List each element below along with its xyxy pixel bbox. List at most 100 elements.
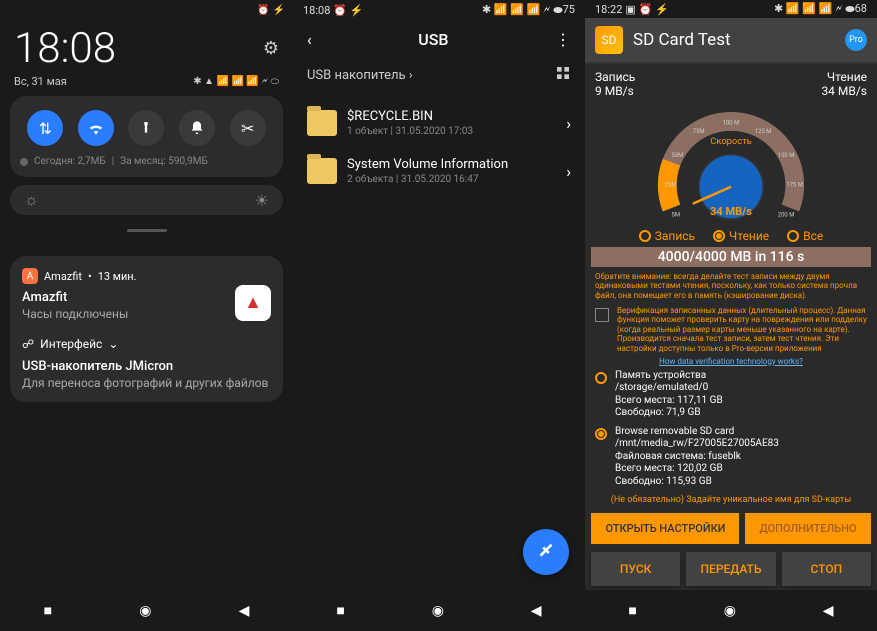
brightness-slider[interactable]: ☼ ☀ <box>10 185 283 215</box>
read-value: 34 MB/s <box>821 84 867 98</box>
notif-title: Amazfit <box>22 290 128 305</box>
svg-text:75M: 75M <box>693 128 705 135</box>
interface-expand[interactable]: ☍ Интерфейс ⌄ <box>22 337 271 351</box>
name-hint[interactable]: (Не обязательно) Задайте уникальное имя … <box>585 491 877 509</box>
breadcrumb[interactable]: USB накопитель › <box>307 68 413 83</box>
more-icon[interactable]: ⋮ <box>555 30 571 49</box>
radio-read[interactable]: Чтение <box>713 229 769 243</box>
sb-time: 18:08 <box>303 4 330 17</box>
nav-home[interactable]: ◉ <box>139 603 151 619</box>
notif-sep: • <box>88 270 92 283</box>
svg-text:25M: 25M <box>665 182 677 189</box>
svg-text:100 M: 100 M <box>723 119 740 126</box>
usage-dot-icon <box>20 158 28 166</box>
view-grid-icon[interactable] <box>555 65 571 85</box>
nav-back[interactable]: ◀ <box>239 603 250 619</box>
folder-icon <box>307 110 337 136</box>
notif-body: Часы подключены <box>22 307 128 321</box>
more-button[interactable]: ДОПОЛНИТЕЛЬНО <box>745 513 870 544</box>
toggle-screenshot[interactable]: ✂ <box>230 110 266 146</box>
stop-button[interactable]: СТОП <box>782 552 871 586</box>
shade-handle[interactable] <box>127 229 167 232</box>
settings-icon[interactable]: ⚙ <box>263 38 279 59</box>
open-settings-button[interactable]: ОТКРЫТЬ НАСТРОЙКИ <box>591 513 739 544</box>
checkbox-icon[interactable] <box>595 308 609 322</box>
radio-icon[interactable] <box>595 372 607 384</box>
mode-radio-group: Запись Чтение Все <box>585 227 877 245</box>
fab-clean[interactable] <box>523 529 569 575</box>
screen-file-manager: 18:08 ⏰ ⚡ ✱ 📶 📶 📶 🗲 ⬬75 ‹ USB ⋮ USB нако… <box>293 0 585 631</box>
back-icon[interactable]: ‹ <box>307 30 312 49</box>
nav-recents[interactable]: ■ <box>628 602 636 619</box>
folder-meta: 2 объекта | 31.05.2020 16:47 <box>347 174 556 185</box>
breadcrumb-row: USB накопитель › <box>293 59 585 99</box>
chevron-down-icon: ⌄ <box>108 337 118 351</box>
warning-text: Обратите внимание: всегда делайте тест з… <box>585 269 877 304</box>
app-icon: SD <box>595 26 623 54</box>
folder-icon <box>307 158 337 184</box>
amazfit-badge-icon: ▲ <box>235 285 271 321</box>
folder-name: $RECYCLE.BIN <box>347 109 556 124</box>
interface-label: Интерфейс <box>40 337 102 351</box>
svg-text:150 M: 150 M <box>778 152 795 159</box>
toggle-dnd[interactable] <box>179 110 215 146</box>
toggle-mobile-data[interactable]: ⇅ <box>27 110 63 146</box>
nav-recents[interactable]: ■ <box>336 602 344 619</box>
verify-text: Верификация записанных данных (длительны… <box>617 306 867 354</box>
amazfit-icon: A <box>22 268 38 284</box>
usb-notif-body: Для переноса фотографий и других файлов <box>22 376 271 390</box>
svg-text:125 M: 125 M <box>755 128 772 135</box>
storage-fs: Файловая система: fuseblk <box>615 451 779 464</box>
storage-title: Память устройства <box>615 370 723 383</box>
app-titlebar: SD SD Card Test Pro <box>585 18 877 62</box>
status-bar: 18:22 ▣ ⏰ ⚡ ✱ 📶 📶 📶 🗲 ⬬68 <box>585 0 877 18</box>
usb-notif-title: USB-накопитель JMicron <box>22 359 271 374</box>
verify-option[interactable]: Верификация записанных данных (длительны… <box>585 304 877 356</box>
send-button[interactable]: ПЕРЕДАТЬ <box>686 552 775 586</box>
help-link[interactable]: How data verification technology works? <box>585 356 877 367</box>
radio-icon[interactable] <box>595 428 607 440</box>
storage-internal[interactable]: Память устройства /storage/emulated/0 Вс… <box>585 367 877 423</box>
folder-row[interactable]: System Volume Information 2 объекта | 31… <box>293 147 585 195</box>
speed-gauge: Скорость 34 MB/s 5M 25M 50M 75M 100 M 12… <box>646 104 816 227</box>
nav-recents[interactable]: ■ <box>44 602 52 619</box>
toggle-flashlight[interactable] <box>128 110 164 146</box>
write-value: 9 MB/s <box>595 84 635 98</box>
header: ‹ USB ⋮ <box>293 20 585 59</box>
folder-meta: 1 объект | 31.05.2020 17:03 <box>347 126 556 137</box>
nav-back[interactable]: ◀ <box>823 603 834 619</box>
chevron-right-icon: › <box>566 114 571 133</box>
folder-row[interactable]: $RECYCLE.BIN 1 объект | 31.05.2020 17:03… <box>293 99 585 147</box>
storage-free: Свободно: 115,93 GB <box>615 476 779 489</box>
svg-text:50M: 50M <box>672 152 684 159</box>
folder-name: System Volume Information <box>347 157 556 172</box>
status-icons: ✱ 📶 📶 📶 🗲 ⬬68 <box>774 2 867 16</box>
alarm-icon: ⏰ <box>257 5 269 16</box>
status-icons: ✱ 📶 📶 📶 🗲 ⬬75 <box>482 3 575 17</box>
gauge-value: 34 MB/s <box>710 205 752 218</box>
screen-sd-test: 18:22 ▣ ⏰ ⚡ ✱ 📶 📶 📶 🗲 ⬬68 SD SD Card Tes… <box>585 0 877 631</box>
radio-all[interactable]: Все <box>787 229 823 243</box>
storage-sd[interactable]: Browse removable SD card /mnt/media_rw/F… <box>585 423 877 492</box>
storage-total: Всего места: 120,02 GB <box>615 463 779 476</box>
action-row-2: ПУСК ПЕРЕДАТЬ СТОП <box>585 548 877 590</box>
usage-sep: | <box>112 156 114 167</box>
toggle-wifi[interactable] <box>78 110 114 146</box>
storage-title: Browse removable SD card <box>615 426 779 439</box>
app-title: SD Card Test <box>633 30 835 50</box>
header-title: USB <box>418 30 448 49</box>
nav-home[interactable]: ◉ <box>724 603 736 619</box>
gauge-label: Скорость <box>710 136 751 147</box>
usage-month: За месяц: 590,9МБ <box>120 156 208 167</box>
nav-back[interactable]: ◀ <box>531 603 542 619</box>
clock-time: 18:08 <box>14 24 116 73</box>
radio-write[interactable]: Запись <box>639 229 695 243</box>
pro-badge: Pro <box>845 29 867 51</box>
nav-home[interactable]: ◉ <box>432 603 444 619</box>
quick-settings-card: ⇅ ✂ Сегодня: 2,7МБ | За месяц: 590,9МБ <box>10 96 283 177</box>
svg-text:5M: 5M <box>672 211 681 218</box>
start-button[interactable]: ПУСК <box>591 552 680 586</box>
screen-notification-shade: ⏰ ⚡ 18:08 ⚙ Вс, 31 мая ✱ ▲ 📶 📶 📶 🗲 ⬭ ⇅ ✂… <box>0 0 293 631</box>
chevron-right-icon: › <box>566 162 571 181</box>
notification-card[interactable]: A Amazfit • 13 мин. Amazfit Часы подключ… <box>10 256 283 402</box>
